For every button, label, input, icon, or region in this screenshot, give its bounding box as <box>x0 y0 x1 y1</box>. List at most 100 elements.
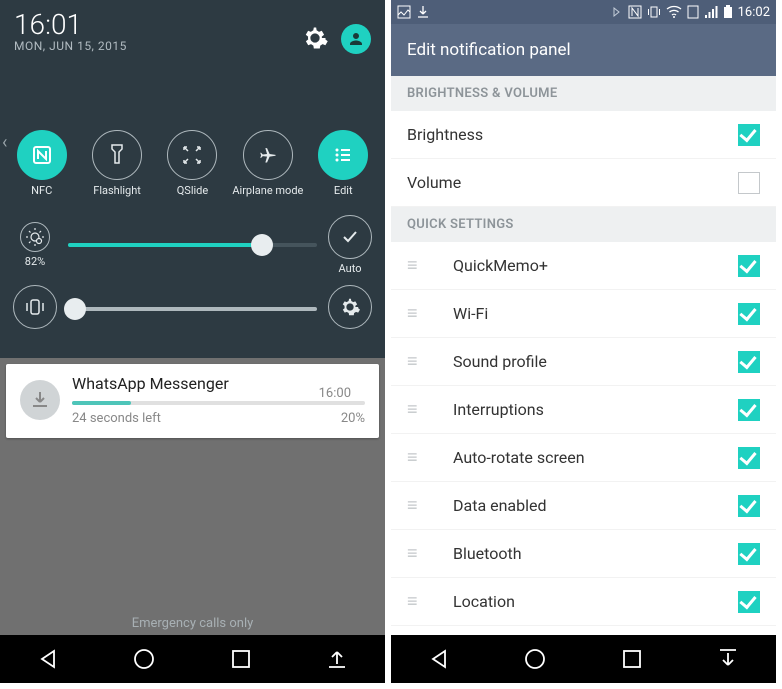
navigation-bar <box>391 635 776 683</box>
chevron-left-icon: ‹ <box>2 132 7 153</box>
pull-down-icon <box>716 647 740 671</box>
drag-handle-icon[interactable]: ≡ <box>407 591 431 612</box>
vibrate-status-icon <box>647 5 661 19</box>
recents-icon <box>621 648 643 670</box>
bluetooth-icon <box>609 5 623 19</box>
brightness-slider[interactable] <box>68 243 317 247</box>
section-brightness-volume: BRIGHTNESS & VOLUME <box>391 76 776 111</box>
back-icon <box>36 647 60 671</box>
checkbox[interactable] <box>738 543 760 565</box>
recents-icon <box>230 648 252 670</box>
quick-settings-row[interactable]: ‹ NFC Flashlight QSlide Airplane mode <box>0 130 385 203</box>
settings-gear-button[interactable] <box>301 24 329 52</box>
back-icon <box>427 647 451 671</box>
phone-right-edit-panel: 16:02 Edit notification panel BRIGHTNESS… <box>391 0 776 683</box>
checkbox[interactable] <box>738 447 760 469</box>
drag-handle-icon[interactable]: ≡ <box>407 399 431 420</box>
wifi-icon <box>666 5 682 19</box>
checkbox[interactable] <box>738 351 760 373</box>
notification-progress <box>72 401 365 405</box>
vibrate-icon <box>23 295 47 319</box>
nav-back-button[interactable] <box>35 646 61 672</box>
phone-left-notification-shade: 16:01 MON, JUN 15, 2015 ‹ NFC Flashlight <box>0 0 385 683</box>
auto-brightness-toggle[interactable]: Auto <box>327 215 373 275</box>
checkbox[interactable] <box>738 255 760 277</box>
qs-qslide[interactable]: QSlide <box>156 130 228 197</box>
emergency-text: Emergency calls only <box>0 616 385 631</box>
action-bar: Edit notification panel <box>391 24 776 76</box>
checkbox[interactable] <box>738 303 760 325</box>
drag-handle-icon[interactable]: ≡ <box>407 543 431 564</box>
volume-settings-button[interactable] <box>327 285 373 332</box>
drag-handle-icon[interactable]: ≡ <box>407 447 431 468</box>
notification-percent: 20% <box>341 411 365 426</box>
nav-recents-button[interactable] <box>619 646 645 672</box>
volume-slider[interactable] <box>68 307 317 311</box>
drag-handle-icon[interactable]: ≡ <box>407 351 431 372</box>
drag-handle-icon[interactable]: ≡ <box>407 303 431 324</box>
row-label: Volume <box>407 173 461 192</box>
share-up-icon <box>325 647 349 671</box>
row-label: Location <box>453 592 515 611</box>
image-icon <box>397 5 411 19</box>
checkbox[interactable] <box>738 495 760 517</box>
nav-home-button[interactable] <box>131 646 157 672</box>
row-volume[interactable]: Volume <box>391 159 776 207</box>
notification-header: 16:01 MON, JUN 15, 2015 <box>0 0 385 130</box>
notification-subtitle: 24 seconds left <box>72 411 161 426</box>
row-auto-rotate[interactable]: ≡ Auto-rotate screen <box>391 434 776 482</box>
row-interruptions[interactable]: ≡ Interruptions <box>391 386 776 434</box>
nfc-status-icon <box>628 5 642 19</box>
qs-airplane[interactable]: Airplane mode <box>232 130 304 197</box>
qs-flashlight[interactable]: Flashlight <box>81 130 153 197</box>
row-label: Bluetooth <box>453 544 522 563</box>
notification-time: 16:00 <box>319 386 351 401</box>
check-icon <box>340 227 360 247</box>
notification-card[interactable]: WhatsApp Messenger 16:00 24 seconds left… <box>6 364 379 438</box>
nav-back-button[interactable] <box>426 646 452 672</box>
row-label: Auto-rotate screen <box>453 448 585 467</box>
brightness-slider-row: 82% Auto <box>0 203 385 279</box>
gear-icon <box>339 296 361 318</box>
drag-handle-icon[interactable]: ≡ <box>407 255 431 276</box>
download-status-icon <box>417 5 429 19</box>
row-label: QuickMemo+ <box>453 256 548 275</box>
person-icon <box>347 30 365 48</box>
nav-recents-button[interactable] <box>228 646 254 672</box>
gear-icon <box>301 24 329 52</box>
row-label: Wi-Fi <box>453 304 488 323</box>
checkbox-brightness[interactable] <box>738 124 760 146</box>
profile-button[interactable] <box>341 24 371 54</box>
airplane-icon <box>256 143 280 167</box>
nav-home-button[interactable] <box>522 646 548 672</box>
row-label: Data enabled <box>453 496 547 515</box>
qs-nfc[interactable]: NFC <box>6 130 78 197</box>
row-bluetooth[interactable]: ≡ Bluetooth <box>391 530 776 578</box>
download-icon <box>20 380 60 420</box>
section-quick-settings: QUICK SETTINGS <box>391 207 776 242</box>
checkbox-volume[interactable] <box>738 172 760 194</box>
row-label: Sound profile <box>453 352 547 371</box>
signal-icon <box>704 5 718 19</box>
nav-pull-down-button[interactable] <box>715 646 741 672</box>
checkbox[interactable] <box>738 399 760 421</box>
row-data-enabled[interactable]: ≡ Data enabled <box>391 482 776 530</box>
navigation-bar <box>0 635 385 683</box>
drag-handle-icon[interactable]: ≡ <box>407 495 431 516</box>
qslide-icon <box>181 144 203 166</box>
row-wifi[interactable]: ≡ Wi-Fi <box>391 290 776 338</box>
row-sound-profile[interactable]: ≡ Sound profile <box>391 338 776 386</box>
edit-list-icon <box>332 144 354 166</box>
nfc-icon <box>30 143 54 167</box>
quick-settings-area: ‹ NFC Flashlight QSlide Airplane mode <box>0 130 385 358</box>
checkbox[interactable] <box>738 591 760 613</box>
row-brightness[interactable]: Brightness <box>391 111 776 159</box>
row-quickmemo[interactable]: ≡ QuickMemo+ <box>391 242 776 290</box>
status-bar: 16:02 <box>391 0 776 24</box>
page-title: Edit notification panel <box>407 40 571 60</box>
brightness-icon <box>25 227 45 247</box>
flashlight-icon <box>107 143 127 167</box>
row-location[interactable]: ≡ Location <box>391 578 776 626</box>
nav-share-button[interactable] <box>324 646 350 672</box>
qs-edit[interactable]: Edit <box>307 130 379 197</box>
